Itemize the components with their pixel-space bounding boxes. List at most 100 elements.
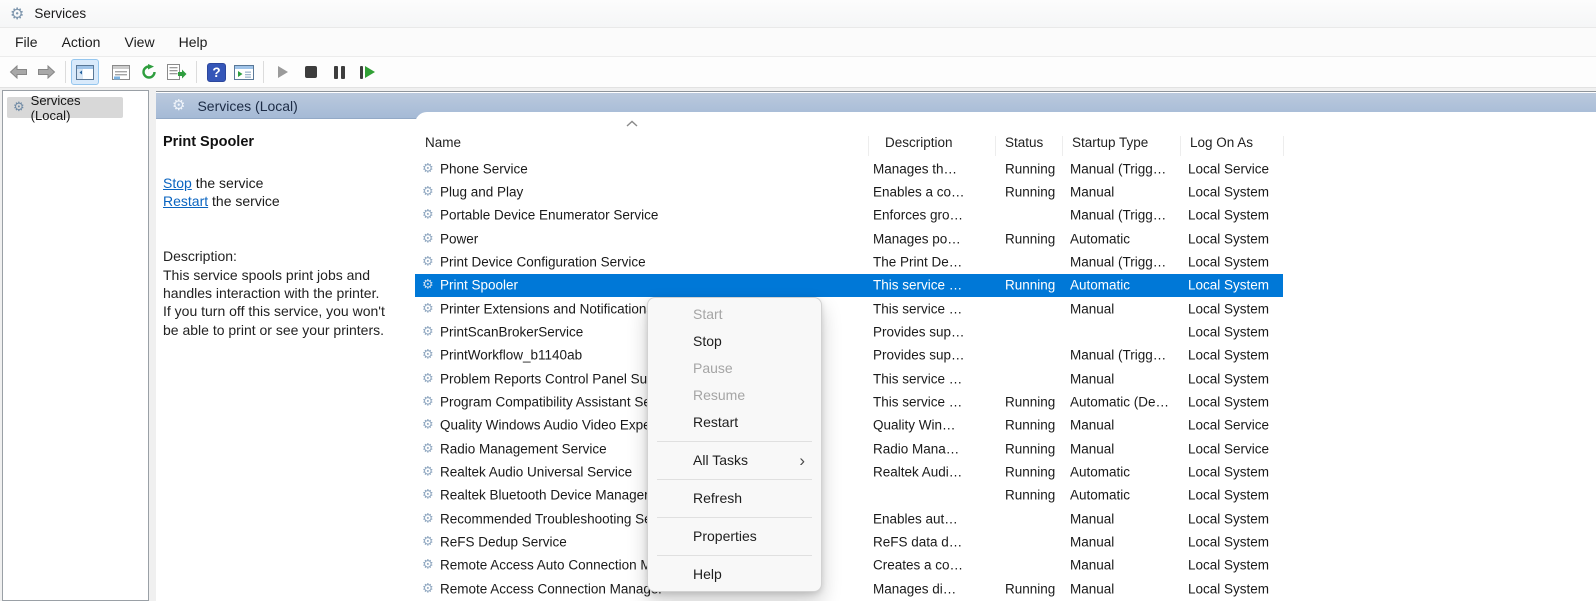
column-divider[interactable]	[1180, 136, 1181, 156]
table-row[interactable]: ⚙ Realtek Bluetooth Device Manager Servic…	[415, 484, 1283, 507]
table-row[interactable]: ⚙ Remote Access Auto Connection Manager Cr…	[415, 554, 1283, 577]
table-row[interactable]: ⚙ Portable Device Enumerator Service Enfor…	[415, 204, 1283, 227]
forward-button[interactable]	[32, 59, 60, 85]
back-button[interactable]	[4, 59, 32, 85]
service-description-cell: Enforces gro…	[873, 207, 964, 223]
context-menu-item-all-tasks[interactable]: All Tasks ›	[648, 447, 821, 474]
service-log-on-as-cell: Local System	[1188, 557, 1270, 573]
service-name-cell: PrintScanBrokerService	[440, 324, 584, 340]
table-row[interactable]: ⚙ Quality Windows Audio Video Experience Q…	[415, 414, 1283, 437]
context-menu-item-restart[interactable]: Restart	[648, 409, 821, 436]
restart-service-button[interactable]	[353, 59, 381, 85]
service-name-cell: Recommended Troubleshooting Service	[440, 511, 681, 527]
service-log-on-as-cell: Local Service	[1188, 417, 1270, 433]
table-row[interactable]: ⚙ Plug and Play Enables a co… Running Manual…	[415, 180, 1283, 203]
column-divider[interactable]	[1062, 136, 1063, 156]
service-name-cell: PrintWorkflow_b1140ab	[440, 347, 583, 363]
show-console-tree-button[interactable]	[71, 59, 99, 85]
service-status-cell: Running	[1005, 441, 1056, 457]
service-gear-icon: ⚙	[422, 301, 434, 317]
menu-view[interactable]: View	[122, 31, 156, 53]
table-row[interactable]: ⚙ Program Compatibility Assistant Service…	[415, 390, 1283, 413]
service-log-on-as-cell: Local System	[1188, 277, 1270, 293]
refresh-button[interactable]	[135, 59, 163, 85]
column-divider[interactable]	[995, 136, 996, 156]
context-menu-item-properties[interactable]: Properties	[648, 523, 821, 550]
table-row[interactable]: ⚙ Remote Access Connection Manager Manages…	[415, 577, 1283, 600]
context-menu-item-label: Refresh	[693, 490, 743, 506]
column-header-name[interactable]: Name	[425, 135, 461, 150]
context-menu-item-stop[interactable]: Stop	[648, 328, 821, 355]
service-description-cell: Radio Mana…	[873, 441, 960, 457]
table-row[interactable]: ⚙ Realtek Audio Universal Service Realtek …	[415, 460, 1283, 483]
service-startup-type-cell: Manual (Trigg…	[1070, 254, 1167, 270]
context-menu-item-label: Pause	[693, 360, 733, 376]
service-log-on-as-cell: Local System	[1188, 207, 1270, 223]
column-header-log-on-as[interactable]: Log On As	[1190, 135, 1253, 150]
tree-item-services-local[interactable]: ⚙ Services (Local)	[7, 93, 123, 123]
sort-ascending-icon	[626, 120, 638, 127]
context-menu: Start Stop Pause Resume Restart All Tasks › Ref…	[647, 297, 822, 592]
back-icon	[9, 65, 27, 79]
service-startup-type-cell: Manual	[1070, 371, 1115, 387]
table-row[interactable]: ⚙ Phone Service Manages th… Running Manual (…	[415, 157, 1283, 180]
service-description-cell: Provides sup…	[873, 324, 965, 340]
table-row[interactable]: ⚙ Recommended Troubleshooting Service Enab…	[415, 507, 1283, 530]
start-service-button[interactable]	[269, 59, 297, 85]
services-window: { "window": { "title": "Services" }, "me…	[0, 0, 1596, 601]
context-menu-item-label: All Tasks	[693, 452, 748, 468]
stop-service-button[interactable]	[297, 59, 325, 85]
properties-icon	[112, 64, 130, 80]
context-menu-item-help[interactable]: Help	[648, 561, 821, 588]
table-row[interactable]: ⚙ Print Spooler This service … Running Autom…	[415, 273, 1283, 297]
stop-service-link[interactable]: Stop	[163, 175, 192, 191]
table-row[interactable]: ⚙ Problem Reports Control Panel Support Th…	[415, 367, 1283, 390]
service-startup-type-cell: Manual	[1070, 557, 1115, 573]
service-status-cell: Running	[1005, 231, 1056, 247]
column-header-description[interactable]: Description	[885, 135, 953, 150]
context-menu-item-pause: Pause	[648, 355, 821, 382]
action-pane-icon	[234, 64, 254, 80]
service-startup-type-cell: Automatic (De…	[1070, 394, 1170, 410]
export-list-button[interactable]	[163, 59, 191, 85]
service-log-on-as-cell: Local System	[1188, 231, 1270, 247]
pause-service-button[interactable]	[325, 59, 353, 85]
service-gear-icon: ⚙	[422, 464, 434, 480]
service-gear-icon: ⚙	[422, 371, 434, 387]
table-row[interactable]: ⚙ PrintWorkflow_b1140ab Provides sup… Manua…	[415, 344, 1283, 367]
table-row[interactable]: ⚙ PrintScanBrokerService Provides sup… Loca…	[415, 320, 1283, 343]
service-startup-type-cell: Automatic	[1070, 231, 1131, 247]
description-label: Description:	[163, 248, 237, 264]
service-description-cell: ReFS data d…	[873, 534, 963, 550]
column-header-startup-type[interactable]: Startup Type	[1072, 135, 1148, 150]
table-row[interactable]: ⚙ ReFS Dedup Service ReFS data d… Manual Loc…	[415, 530, 1283, 553]
services-node-icon: ⚙	[13, 100, 25, 115]
column-divider[interactable]	[868, 136, 869, 156]
table-row[interactable]: ⚙ Print Device Configuration Service The P…	[415, 250, 1283, 273]
service-log-on-as-cell: Local Service	[1188, 441, 1270, 457]
column-divider[interactable]	[1283, 136, 1284, 156]
service-name-cell: Printer Extensions and Notifications	[440, 301, 654, 317]
toolbar-separator	[65, 61, 66, 83]
service-log-on-as-cell: Local System	[1188, 394, 1270, 410]
menu-file[interactable]: File	[13, 31, 40, 53]
table-row[interactable]: ⚙ Printer Extensions and Notifications Thi…	[415, 297, 1283, 320]
restart-service-link[interactable]: Restart	[163, 193, 208, 209]
context-menu-item-resume: Resume	[648, 382, 821, 409]
menu-action[interactable]: Action	[60, 31, 103, 53]
help-button[interactable]: ?	[202, 59, 230, 85]
column-header-status[interactable]: Status	[1005, 135, 1043, 150]
service-log-on-as-cell: Local System	[1188, 254, 1270, 270]
table-row[interactable]: ⚙ Power Manages po… Running Automatic Local S…	[415, 227, 1283, 250]
context-menu-item-start: Start	[648, 301, 821, 328]
console-tree-panel: ⚙ Services (Local)	[2, 90, 149, 601]
show-action-pane-button[interactable]	[230, 59, 258, 85]
restart-service-line: Restart the service	[163, 193, 280, 209]
properties-button[interactable]	[107, 59, 135, 85]
selected-service-title: Print Spooler	[163, 134, 255, 150]
service-gear-icon: ⚙	[422, 184, 434, 200]
context-menu-item-refresh[interactable]: Refresh	[648, 485, 821, 512]
table-row[interactable]: ⚙ Radio Management Service Radio Mana… Runn…	[415, 437, 1283, 460]
service-gear-icon: ⚙	[422, 441, 434, 457]
menu-help[interactable]: Help	[177, 31, 210, 53]
